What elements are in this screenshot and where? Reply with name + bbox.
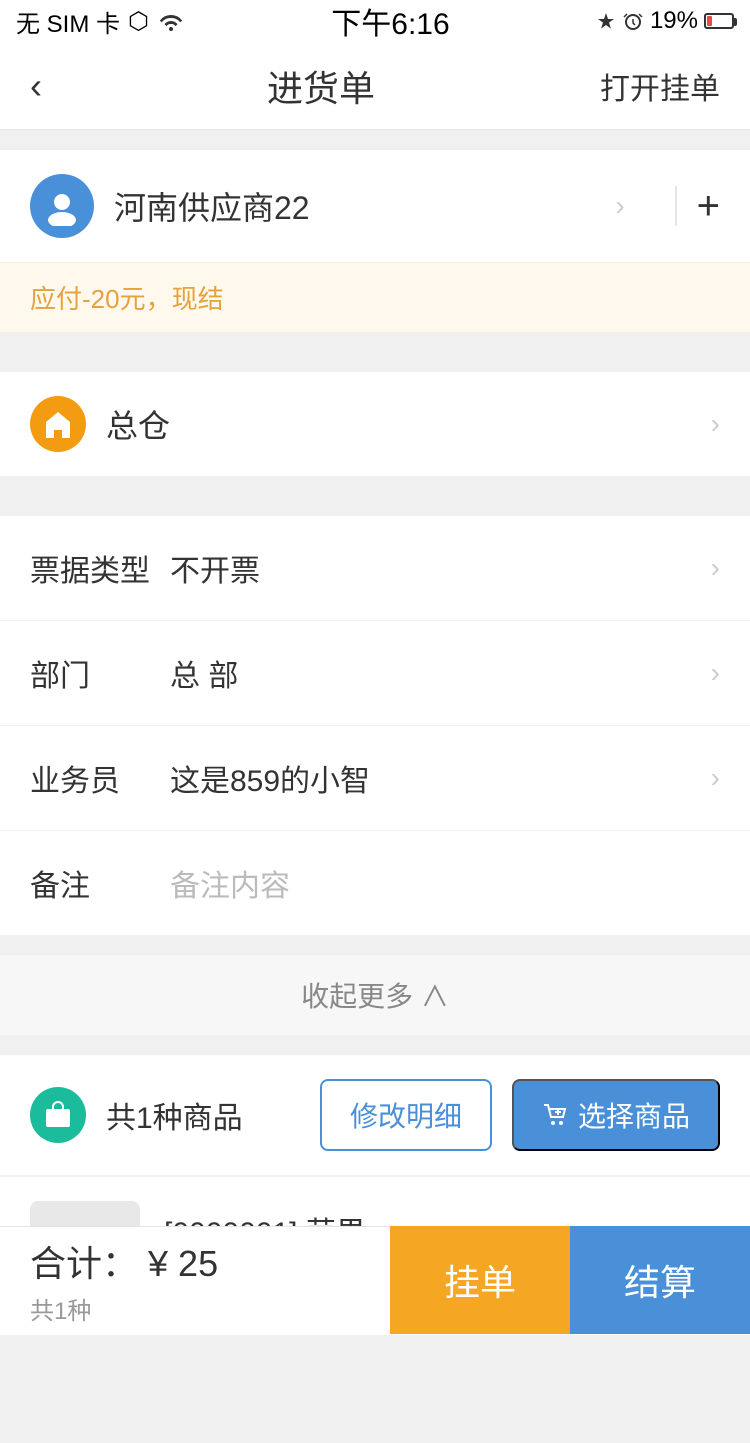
sales-chevron-icon: › (711, 762, 720, 794)
product-count-label: 共1种商品 (106, 1093, 300, 1137)
status-bar: 无 SIM 卡 ⬡ 下午6:16 19% (0, 0, 750, 42)
dept-label: 部门 (30, 651, 170, 695)
hang-button[interactable]: 挂单 (390, 1226, 570, 1334)
bottom-actions: 挂单 结算 (390, 1226, 750, 1334)
person-icon (42, 186, 82, 226)
checkout-button[interactable]: 结算 (570, 1226, 750, 1334)
bag-icon (42, 1099, 74, 1131)
location-icon (596, 11, 616, 31)
remarks-row[interactable]: 备注 备注内容 (0, 831, 750, 935)
cart-icon (542, 1101, 570, 1129)
product-header: 共1种商品 修改明细 选择商品 (0, 1055, 750, 1175)
gap3 (0, 476, 750, 496)
invoice-value: 不开票 (170, 546, 711, 590)
status-left: 无 SIM 卡 ⬡ (16, 4, 185, 39)
open-hang-button[interactable]: 打开挂单 (600, 64, 720, 108)
collapse-bar[interactable]: 收起更多 ∧ (0, 955, 750, 1035)
invoice-row[interactable]: 票据类型 不开票 › (0, 516, 750, 621)
page-title: 进货单 (267, 60, 375, 112)
supplier-row[interactable]: 河南供应商22 › + (0, 150, 750, 262)
total-label: 合计： (30, 1243, 138, 1284)
supplier-divider (675, 186, 677, 226)
dept-value: 总 部 (170, 651, 711, 695)
total-value: ¥ 25 (148, 1243, 218, 1284)
sales-row[interactable]: 业务员 这是859的小智 › (0, 726, 750, 831)
supplier-notice: 应付-20元，现结 (0, 262, 750, 332)
battery-percent: 19% (650, 7, 698, 35)
home-icon (42, 408, 74, 440)
invoice-chevron-icon: › (711, 552, 720, 584)
sales-value: 这是859的小智 (170, 756, 711, 800)
warehouse-chevron-icon: › (711, 408, 720, 440)
back-button[interactable]: ‹ (30, 65, 42, 107)
gap1 (0, 130, 750, 150)
add-supplier-button[interactable]: + (697, 184, 720, 229)
supplier-card: 河南供应商22 › + 应付-20元，现结 (0, 150, 750, 332)
wifi-icon: ⬡ (128, 7, 149, 36)
supplier-avatar (30, 174, 94, 238)
wifi-signal-icon (157, 11, 185, 31)
edit-detail-button[interactable]: 修改明细 (320, 1079, 492, 1151)
warehouse-name: 总仓 (106, 401, 711, 447)
supplier-name: 河南供应商22 (114, 183, 615, 229)
warehouse-icon-wrap (30, 396, 86, 452)
alarm-icon (622, 10, 644, 32)
remarks-placeholder: 备注内容 (170, 861, 720, 905)
select-product-label: 选择商品 (578, 1095, 690, 1135)
remarks-label: 备注 (30, 861, 170, 905)
sales-label: 业务员 (30, 756, 170, 800)
warehouse-row[interactable]: 总仓 › (0, 372, 750, 476)
product-icon-wrap (30, 1087, 86, 1143)
warehouse-card: 总仓 › (0, 372, 750, 476)
invoice-label: 票据类型 (30, 546, 170, 590)
status-right: 19% (596, 7, 734, 35)
form-section: 票据类型 不开票 › 部门 总 部 › 业务员 这是859的小智 › 备注 备注… (0, 516, 750, 935)
gap2 (0, 332, 750, 352)
carrier-label: 无 SIM 卡 (16, 4, 120, 39)
nav-bar: ‹ 进货单 打开挂单 (0, 42, 750, 130)
supplier-chevron-icon: › (615, 190, 624, 222)
dept-row[interactable]: 部门 总 部 › (0, 621, 750, 726)
battery-icon (704, 13, 734, 29)
dept-chevron-icon: › (711, 657, 720, 689)
status-time: 下午6:16 (331, 0, 449, 43)
select-product-button[interactable]: 选择商品 (512, 1079, 720, 1151)
bottom-spacer (0, 1335, 750, 1443)
